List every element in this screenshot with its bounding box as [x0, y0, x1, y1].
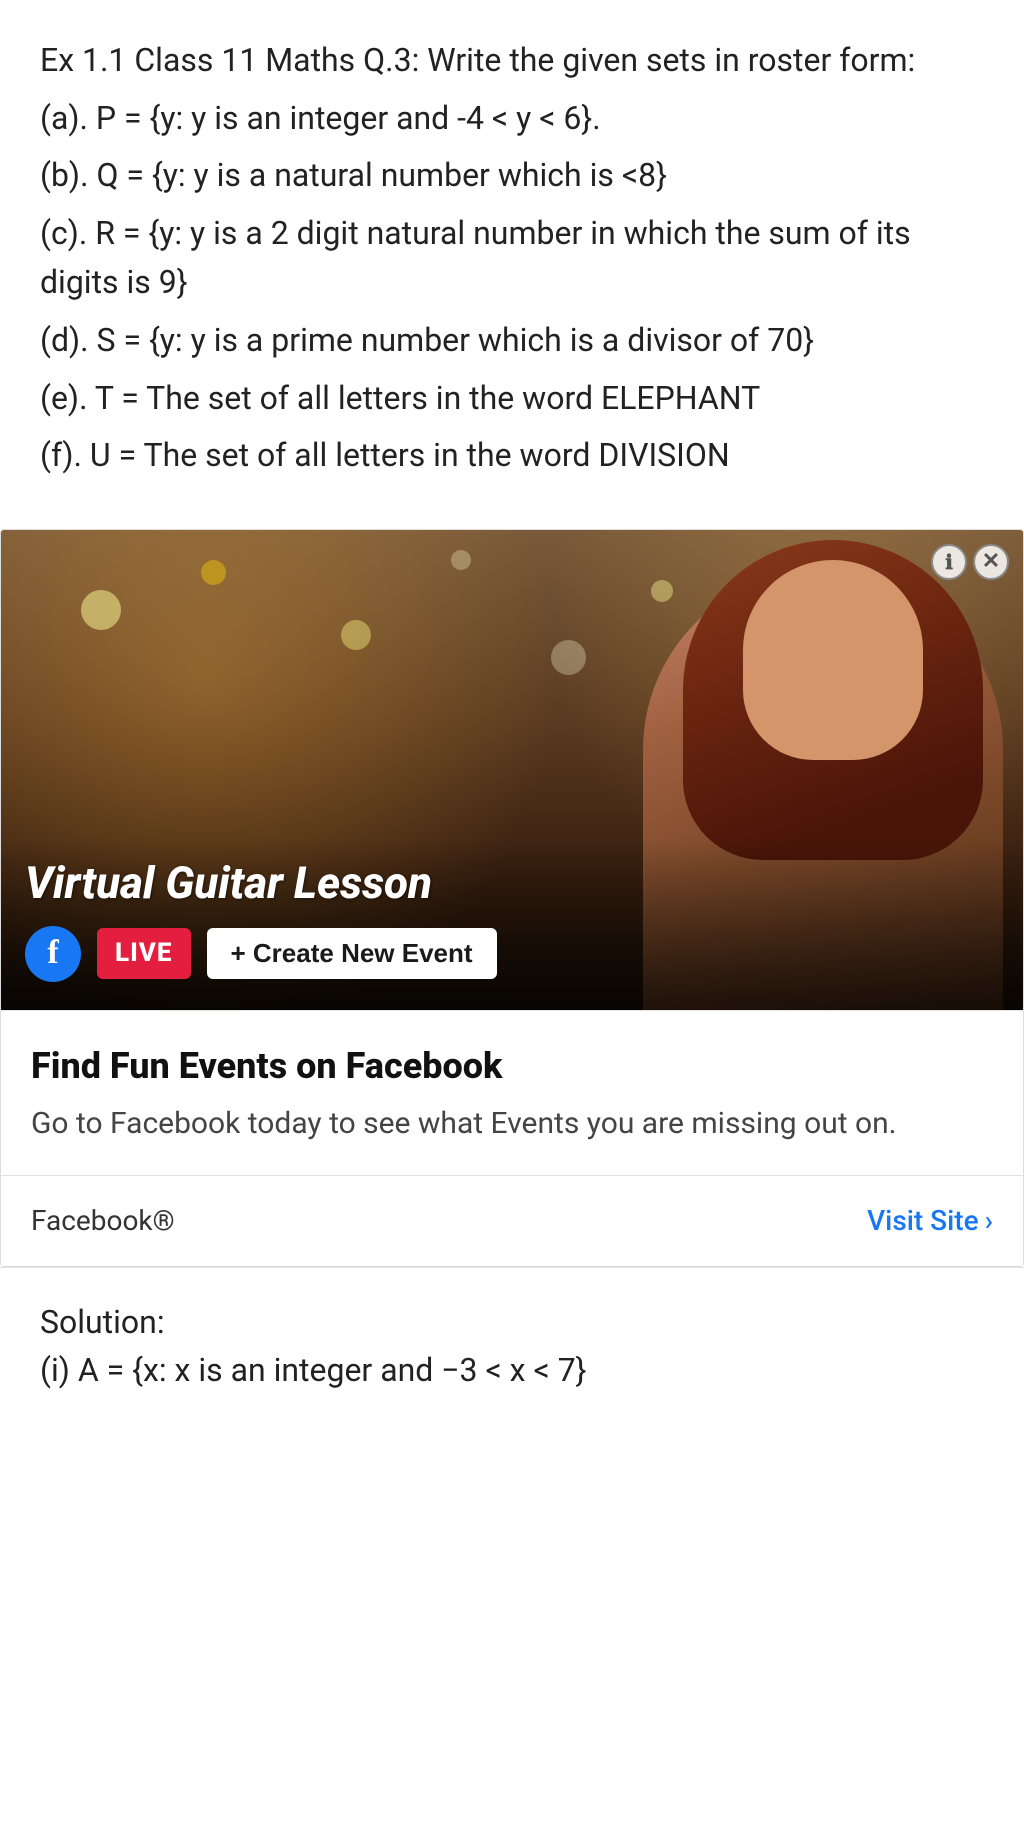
bokeh-light-2 [201, 560, 226, 585]
solution-label: Solution: [40, 1298, 984, 1346]
facebook-f-letter: f [47, 927, 58, 978]
create-new-event-button[interactable]: + Create New Event [207, 928, 497, 979]
visit-site-label: Visit Site [867, 1200, 978, 1242]
solution-text: Solution: (i) A = {x: x is an integer an… [40, 1298, 984, 1394]
ad-bottom-title: Find Fun Events on Facebook [31, 1039, 993, 1093]
ad-container: ℹ ✕ Virtual Guitar Lesson f LIVE + Creat… [0, 529, 1024, 1267]
ad-footer: Facebook® Visit Site › [1, 1175, 1023, 1266]
solution-section: Solution: (i) A = {x: x is an integer an… [0, 1267, 1024, 1414]
math-part-d: (d). S = {y: y is a prime number which i… [40, 316, 984, 366]
solution-first-line: (i) A = {x: x is an integer and −3 < x <… [40, 1346, 984, 1394]
facebook-icon: f [25, 926, 81, 982]
ad-bottom-description: Go to Facebook today to see what Events … [31, 1103, 993, 1145]
math-content: Ex 1.1 Class 11 Maths Q.3: Write the giv… [0, 0, 1024, 529]
bokeh-light-4 [451, 550, 471, 570]
math-heading: Ex 1.1 Class 11 Maths Q.3: Write the giv… [40, 36, 984, 86]
bokeh-light-1 [81, 590, 121, 630]
person-face [743, 560, 923, 760]
math-part-e: (e). T = The set of all letters in the w… [40, 374, 984, 424]
ad-overlay: Virtual Guitar Lesson f LIVE + Create Ne… [1, 837, 1023, 1010]
bokeh-light-3 [341, 620, 371, 650]
ad-action-row: f LIVE + Create New Event [25, 926, 999, 982]
ad-bottom-content: Find Fun Events on Facebook Go to Facebo… [1, 1010, 1023, 1175]
math-part-c: (c). R = {y: y is a 2 digit natural numb… [40, 209, 984, 308]
ad-title: Virtual Guitar Lesson [25, 857, 999, 910]
math-text: Ex 1.1 Class 11 Maths Q.3: Write the giv… [40, 36, 984, 481]
live-badge: LIVE [97, 928, 191, 979]
chevron-right-icon: › [985, 1200, 993, 1242]
visit-site-button[interactable]: Visit Site › [867, 1200, 993, 1242]
ad-image: ℹ ✕ Virtual Guitar Lesson f LIVE + Creat… [1, 530, 1023, 1010]
math-part-a: (a). P = {y: y is an integer and -4 < y … [40, 94, 984, 144]
math-part-b: (b). Q = {y: y is a natural number which… [40, 151, 984, 201]
math-part-f: (f). U = The set of all letters in the w… [40, 431, 984, 481]
ad-controls: ℹ ✕ [931, 544, 1009, 580]
ad-brand-label: Facebook® [31, 1200, 175, 1242]
bokeh-light-5 [551, 640, 586, 675]
ad-info-button[interactable]: ℹ [931, 544, 967, 580]
ad-close-button[interactable]: ✕ [973, 544, 1009, 580]
